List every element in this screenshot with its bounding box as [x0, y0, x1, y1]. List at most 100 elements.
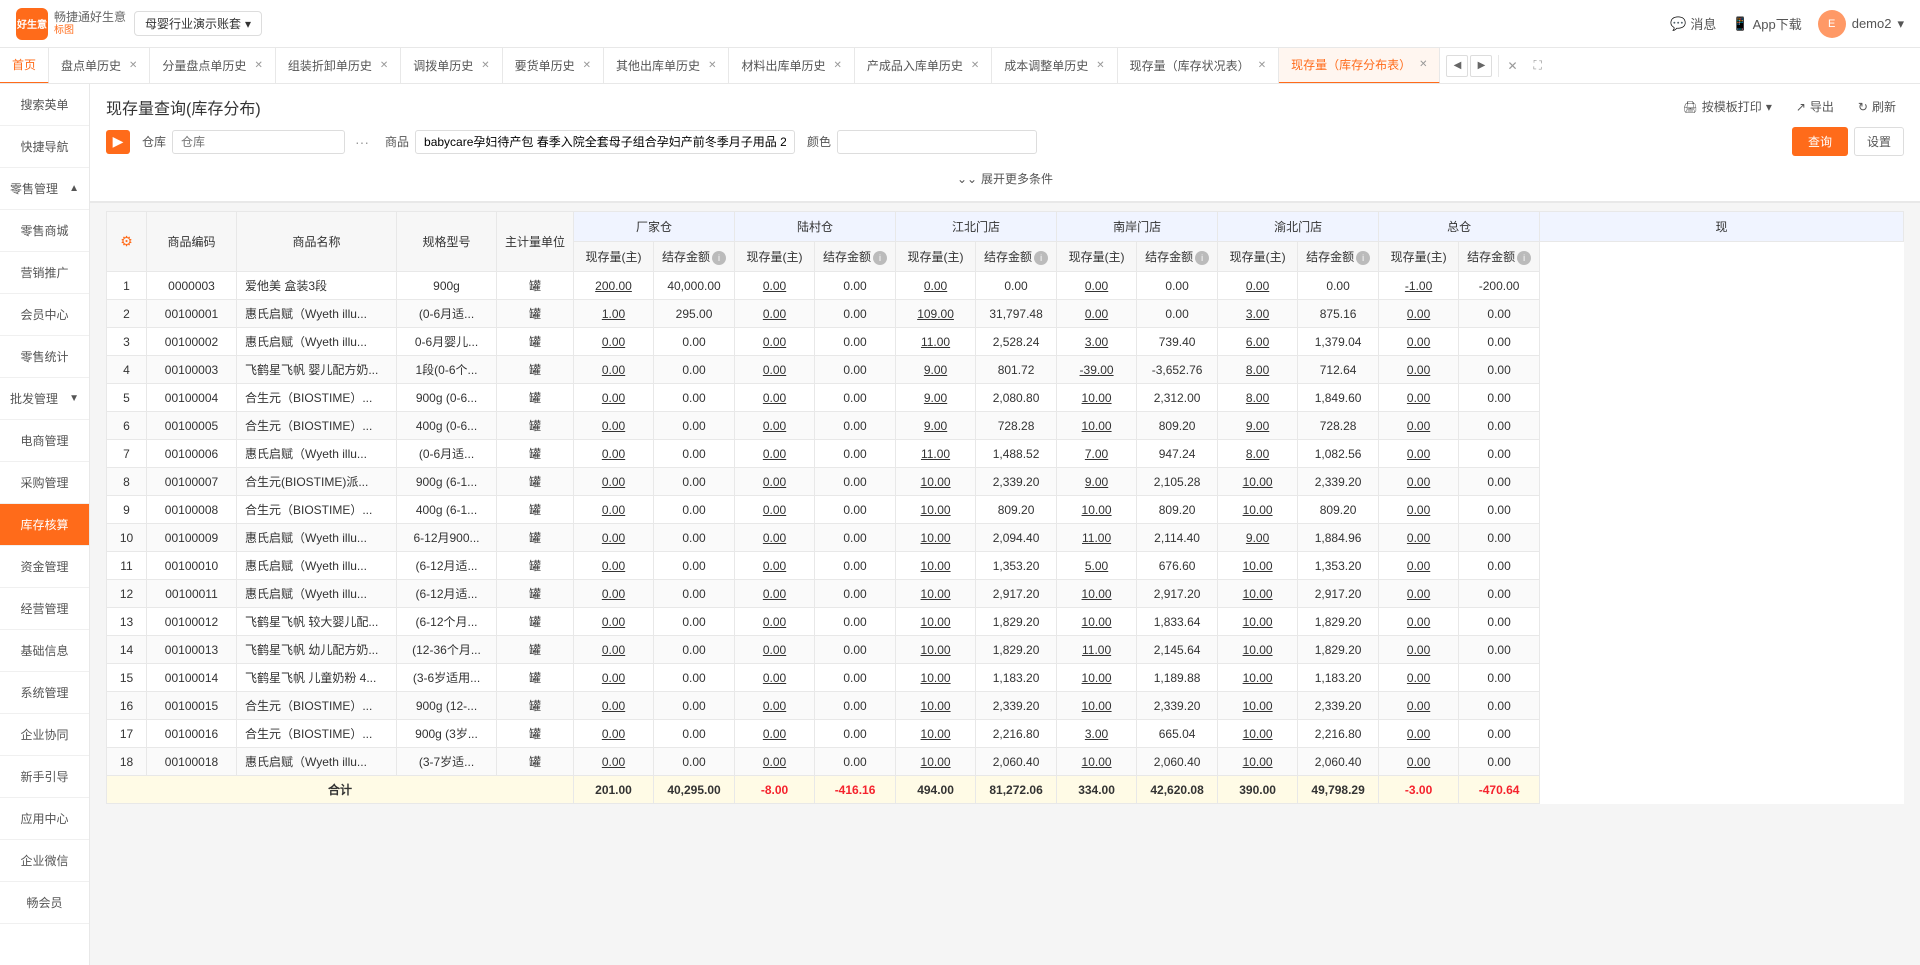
- tab-8[interactable]: 产成品入库单历史 ✕: [855, 48, 992, 84]
- col-header-code: 商品编码: [147, 212, 237, 272]
- tab-11[interactable]: 现存量（库存分布表） ✕: [1279, 48, 1440, 84]
- col-w4-amt: 结存金额i: [1137, 242, 1218, 272]
- close-icon[interactable]: ✕: [583, 60, 591, 71]
- close-icon[interactable]: ✕: [254, 60, 262, 71]
- col-header-w5: 渝北门店: [1218, 212, 1379, 242]
- expand-arrow[interactable]: ▶: [106, 130, 130, 154]
- close-icon[interactable]: ✕: [129, 60, 137, 71]
- sidebar: 搜索英单 快捷导航 零售管理▲ 零售商城 营销推广 会员中心 零售统计 批发管理…: [0, 84, 90, 965]
- col-w3-amt: 结存金额i: [976, 242, 1057, 272]
- table-row: 1200100011惠氏启赋（Wyeth illu...(6-12月适...罐0…: [107, 580, 1904, 608]
- tab-3[interactable]: 组装折卸单历史 ✕: [276, 48, 401, 84]
- tab-4[interactable]: 调拨单历史 ✕: [401, 48, 502, 84]
- col-header-w1: 厂家仓: [574, 212, 735, 242]
- page-header-wrap: 现存量查询(库存分布) 🖨 按模板打印 ▾ ↗ 导出 ↻: [90, 84, 1920, 203]
- nav-expand[interactable]: ⛶: [1526, 58, 1550, 73]
- sidebar-item-wholesale[interactable]: 批发管理▼: [0, 378, 89, 420]
- sidebar-item-member[interactable]: 会员中心: [0, 294, 89, 336]
- tab-2[interactable]: 分量盘点单历史 ✕: [150, 48, 275, 84]
- col-w5-qty: 现存量(主): [1218, 242, 1298, 272]
- refresh-btn[interactable]: ↻ 刷新: [1850, 94, 1904, 119]
- print-btn[interactable]: 🖨 按模板打印 ▾: [1675, 94, 1780, 119]
- table-row: 1300100012飞鹤星飞帆 较大婴儿配...(6-12个月...罐0.000…: [107, 608, 1904, 636]
- sidebar-item-ecommerce[interactable]: 电商管理: [0, 420, 89, 462]
- color-filter: 颜色: [807, 130, 1037, 154]
- tab-5[interactable]: 要货单历史 ✕: [503, 48, 604, 84]
- table-row: 900100008合生元（BIOSTIME）...400g (6-1...罐0.…: [107, 496, 1904, 524]
- info-icon[interactable]: i: [1356, 251, 1370, 265]
- expand-conditions: ⌄⌄ 展开更多条件: [106, 162, 1904, 195]
- table-row: 600100005合生元（BIOSTIME）...400g (0-6...罐0.…: [107, 412, 1904, 440]
- query-btn[interactable]: 查询: [1792, 127, 1848, 156]
- close-icon[interactable]: ✕: [708, 60, 716, 71]
- page-header: 现存量查询(库存分布) 🖨 按模板打印 ▾ ↗ 导出 ↻: [90, 84, 1920, 202]
- sidebar-item-retail[interactable]: 零售管理▲: [0, 168, 89, 210]
- col-header-w2: 陆村仓: [735, 212, 896, 242]
- tab-6[interactable]: 其他出库单历史 ✕: [604, 48, 729, 84]
- info-icon[interactable]: i: [712, 251, 726, 265]
- close-icon[interactable]: ✕: [481, 60, 489, 71]
- tab-home[interactable]: 首页: [0, 48, 49, 84]
- table-row: 800100007合生元(BIOSTIME)派...900g (6-1...罐0…: [107, 468, 1904, 496]
- goods-input[interactable]: [415, 130, 795, 154]
- nav-close-all[interactable]: ✕: [1499, 59, 1525, 73]
- logo-area: 好生意 畅捷通好生意 标图: [16, 8, 126, 40]
- sidebar-item-operations[interactable]: 经营管理: [0, 588, 89, 630]
- col-header-no: ⚙: [107, 212, 147, 272]
- warehouse-dots[interactable]: ···: [351, 134, 373, 150]
- sidebar-item-purchase[interactable]: 采购管理: [0, 462, 89, 504]
- tab-7[interactable]: 材料出库单历史 ✕: [729, 48, 854, 84]
- info-icon[interactable]: i: [1517, 251, 1531, 265]
- sidebar-item-mall[interactable]: 零售商城: [0, 210, 89, 252]
- sidebar-item-changhui[interactable]: 畅会员: [0, 882, 89, 924]
- col-w1-amt: 结存金额i: [654, 242, 735, 272]
- logo-text: 畅捷通好生意 标图: [54, 10, 126, 36]
- filter-btns: 查询 设置: [1792, 127, 1904, 156]
- close-icon[interactable]: ✕: [1419, 59, 1427, 70]
- settings-btn[interactable]: 设置: [1854, 127, 1904, 156]
- close-icon[interactable]: ✕: [1258, 60, 1266, 71]
- table-row: 500100004合生元（BIOSTIME）...900g (0-6...罐0.…: [107, 384, 1904, 412]
- industry-selector[interactable]: 母婴行业演示账套 ▾: [134, 11, 262, 36]
- sidebar-item-guide[interactable]: 新手引导: [0, 756, 89, 798]
- sidebar-item-search[interactable]: 搜索英单: [0, 84, 89, 126]
- top-bar-right: 💬 消息 📱 App下载 E demo2 ▾: [1670, 10, 1904, 38]
- table-row: 300100002惠氏启赋（Wyeth illu...0-6月婴儿...罐0.0…: [107, 328, 1904, 356]
- export-btn[interactable]: ↗ 导出: [1788, 94, 1842, 119]
- sidebar-item-enterprise[interactable]: 企业协同: [0, 714, 89, 756]
- sidebar-item-system[interactable]: 系统管理: [0, 672, 89, 714]
- warehouse-input[interactable]: [172, 130, 345, 154]
- nav-prev[interactable]: ◀: [1446, 55, 1468, 77]
- sidebar-item-finance[interactable]: 资金管理: [0, 546, 89, 588]
- col-header-unit: 主计量单位: [497, 212, 574, 272]
- message-btn[interactable]: 💬 消息: [1670, 14, 1716, 33]
- sidebar-item-appcenter[interactable]: 应用中心: [0, 798, 89, 840]
- sidebar-item-marketing[interactable]: 营销推广: [0, 252, 89, 294]
- close-icon[interactable]: ✕: [833, 60, 841, 71]
- close-icon[interactable]: ✕: [971, 60, 979, 71]
- sidebar-item-retailstat[interactable]: 零售统计: [0, 336, 89, 378]
- app-download-btn[interactable]: 📱 App下载: [1732, 14, 1801, 33]
- sidebar-item-inventory[interactable]: 库存核算: [0, 504, 89, 546]
- sidebar-item-nav[interactable]: 快捷导航: [0, 126, 89, 168]
- tab-9[interactable]: 成本调整单历史 ✕: [992, 48, 1117, 84]
- col-header-name: 商品名称: [237, 212, 397, 272]
- info-icon[interactable]: i: [873, 251, 887, 265]
- close-icon[interactable]: ✕: [380, 60, 388, 71]
- color-input[interactable]: [837, 130, 1037, 154]
- info-icon[interactable]: i: [1195, 251, 1209, 265]
- table-row: 700100006惠氏启赋（Wyeth illu...(0-6月适...罐0.0…: [107, 440, 1904, 468]
- nav-next[interactable]: ▶: [1470, 55, 1492, 77]
- info-icon[interactable]: i: [1034, 251, 1048, 265]
- sidebar-item-wechat[interactable]: 企业微信: [0, 840, 89, 882]
- table-container: ⚙ 商品编码 商品名称 规格型号 主计量单位 厂家仓 陆村仓 江北门店 南岸门店…: [90, 203, 1920, 965]
- close-icon[interactable]: ✕: [1096, 60, 1104, 71]
- tab-1[interactable]: 盘点单历史 ✕: [49, 48, 150, 84]
- expand-btn[interactable]: ⌄⌄ 展开更多条件: [949, 166, 1061, 191]
- sidebar-item-basic[interactable]: 基础信息: [0, 630, 89, 672]
- tab-10[interactable]: 现存量（库存状况表） ✕: [1118, 48, 1279, 84]
- col-w2-qty: 现存量(主): [735, 242, 815, 272]
- col-header-w6: 总仓: [1379, 212, 1540, 242]
- nav-tabs: 首页 盘点单历史 ✕ 分量盘点单历史 ✕ 组装折卸单历史 ✕ 调拨单历史 ✕ 要…: [0, 48, 1920, 84]
- user-menu[interactable]: E demo2 ▾: [1818, 10, 1904, 38]
